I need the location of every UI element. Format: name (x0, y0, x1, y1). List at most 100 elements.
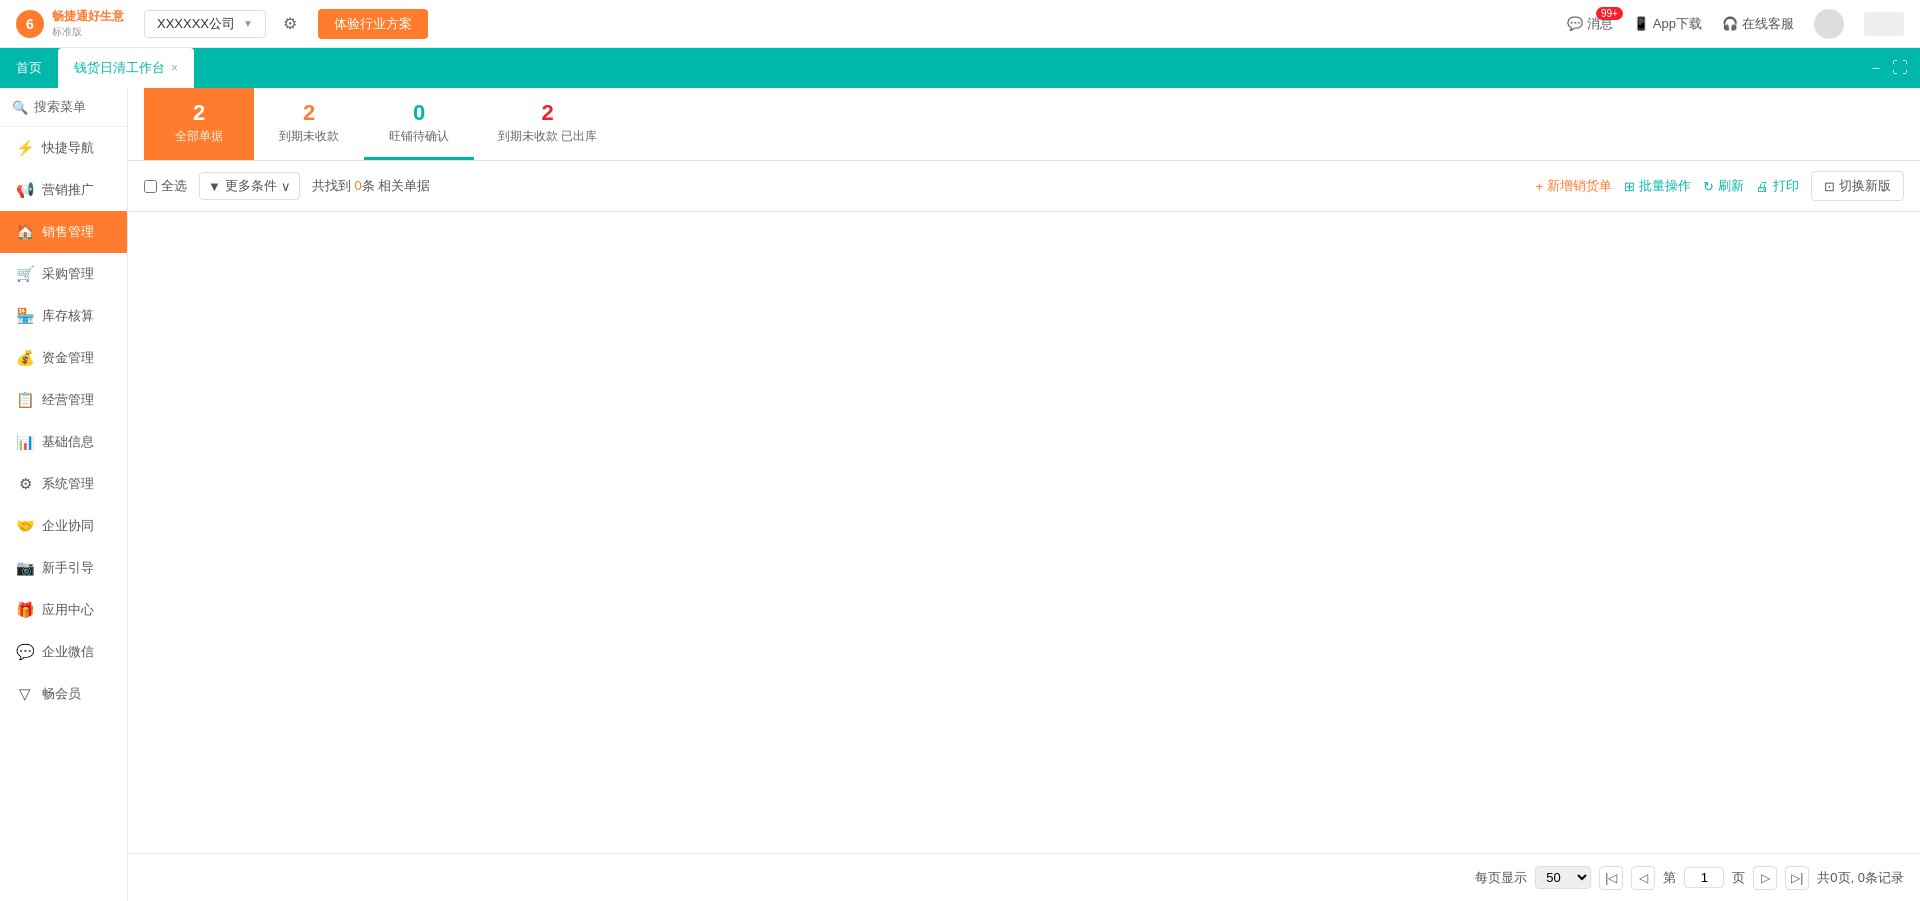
sidebar-label-app-center: 应用中心 (42, 601, 94, 619)
add-icon: + (1535, 179, 1543, 194)
basic-info-icon: 📊 (16, 433, 34, 451)
filter-label: 更多条件 (225, 177, 277, 195)
content-area: 2 全部单据 2 到期未收款 0 旺铺待确认 2 到期未收款 已出库 全选 (128, 88, 1920, 901)
company-name: XXXXXX公司 (157, 15, 235, 33)
quick-nav-icon: ⚡ (16, 139, 34, 157)
next-page-button[interactable]: ▷ (1753, 866, 1777, 890)
last-page-button[interactable]: ▷| (1785, 866, 1809, 890)
filter-button[interactable]: ▼ 更多条件 ∨ (199, 172, 300, 200)
sidebar-item-system[interactable]: ⚙ 系统管理 (0, 463, 127, 505)
switch-label: 切换新版 (1839, 177, 1891, 195)
close-tab-icon[interactable]: × (171, 61, 178, 75)
sidebar-item-quick-nav[interactable]: ⚡ 快捷导航 (0, 127, 127, 169)
sidebar-label-inventory: 库存核算 (42, 307, 94, 325)
logo-main: 畅捷通好生意 (52, 9, 124, 25)
print-button[interactable]: 🖨 打印 (1756, 177, 1799, 195)
tab-work-bench[interactable]: 钱货日清工作台 × (58, 48, 194, 88)
filter-icon: ▼ (208, 179, 221, 194)
sidebar-item-enterprise[interactable]: 🤝 企业协同 (0, 505, 127, 547)
logo-text: 畅捷通好生意 标准版 (52, 9, 124, 38)
message-badge: 99+ (1596, 7, 1623, 20)
stats-label-shipped: 到期未收款 已出库 (498, 128, 597, 145)
search-label: 搜索菜单 (34, 98, 86, 116)
stats-label-overdue: 到期未收款 (279, 128, 339, 145)
stats-tab-overdue[interactable]: 2 到期未收款 (254, 88, 364, 160)
first-page-button[interactable]: |◁ (1599, 866, 1623, 890)
nav-tabs: 首页 钱货日清工作台 × － ⛶ (0, 48, 1920, 88)
per-page-select[interactable]: 50 100 200 (1535, 866, 1591, 889)
minimize-icon[interactable]: － (1868, 58, 1884, 79)
sidebar-search[interactable]: 🔍 搜索菜单 (0, 88, 127, 127)
chevron-down-icon: ∨ (281, 179, 291, 194)
page-label: 第 (1663, 869, 1676, 887)
weixin-icon: 💬 (16, 643, 34, 661)
stats-tab-all[interactable]: 2 全部单据 (144, 88, 254, 160)
page-input[interactable] (1684, 867, 1724, 888)
stats-tab-wangpu[interactable]: 0 旺铺待确认 (364, 88, 474, 160)
select-all-checkbox[interactable]: 全选 (144, 177, 187, 195)
sidebar-item-weixin[interactable]: 💬 企业微信 (0, 631, 127, 673)
toolbar-right: + 新增销货单 ⊞ 批量操作 ↻ 刷新 🖨 打印 ⊡ 切换新版 (1535, 171, 1904, 201)
app-download-label: App下载 (1653, 15, 1702, 33)
marketing-icon: 📢 (16, 181, 34, 199)
sidebar-label-guide: 新手引导 (42, 559, 94, 577)
sidebar-item-marketing[interactable]: 📢 营销推广 (0, 169, 127, 211)
switch-version-button[interactable]: ⊡ 切换新版 (1811, 171, 1904, 201)
sidebar-label-quick-nav: 快捷导航 (42, 139, 94, 157)
enterprise-icon: 🤝 (16, 517, 34, 535)
avatar[interactable] (1814, 9, 1844, 39)
batch-label: 批量操作 (1639, 177, 1691, 195)
company-selector[interactable]: XXXXXX公司 ▼ (144, 10, 266, 38)
sidebar-item-app-center[interactable]: 🎁 应用中心 (0, 589, 127, 631)
stats-count-shipped: 2 (542, 100, 554, 126)
settings-button[interactable]: ⚙ (274, 8, 306, 40)
logo-area: 6 畅捷通好生意 标准版 (16, 9, 144, 38)
inventory-icon: 🏪 (16, 307, 34, 325)
sidebar-label-operations: 经营管理 (42, 391, 94, 409)
stats-label-wangpu: 旺铺待确认 (389, 128, 449, 145)
sidebar-item-operations[interactable]: 📋 经营管理 (0, 379, 127, 421)
user-menu[interactable] (1864, 12, 1904, 36)
app-download-button[interactable]: 📱 App下载 (1633, 15, 1702, 33)
pagination-bar: 每页显示 50 100 200 |◁ ◁ 第 页 ▷ ▷| 共0页, 0条记录 (128, 853, 1920, 901)
add-order-label: 新增销货单 (1547, 177, 1612, 195)
prev-page-button[interactable]: ◁ (1631, 866, 1655, 890)
table-area (128, 212, 1920, 853)
member-icon: ▽ (16, 685, 34, 703)
sidebar-item-sales[interactable]: 🏠 销售管理 (0, 211, 127, 253)
online-service-button[interactable]: 🎧 在线客服 (1722, 15, 1794, 33)
per-page-label: 每页显示 (1475, 869, 1527, 887)
sidebar-item-guide[interactable]: 📷 新手引导 (0, 547, 127, 589)
found-text: 共找到 0条 相关单据 (312, 177, 430, 195)
refresh-label: 刷新 (1718, 177, 1744, 195)
batch-button[interactable]: ⊞ 批量操作 (1624, 177, 1691, 195)
logo-icon: 6 (16, 10, 44, 38)
page-suffix: 页 (1732, 869, 1745, 887)
service-icon: 🎧 (1722, 16, 1738, 31)
select-all-input[interactable] (144, 180, 157, 193)
sidebar-item-basic-info[interactable]: 📊 基础信息 (0, 421, 127, 463)
batch-icon: ⊞ (1624, 179, 1635, 194)
sidebar-label-weixin: 企业微信 (42, 643, 94, 661)
top-header: 6 畅捷通好生意 标准版 XXXXXX公司 ▼ ⚙ 体验行业方案 💬 消息 99… (0, 0, 1920, 48)
sidebar-item-inventory[interactable]: 🏪 库存核算 (0, 295, 127, 337)
tab-home[interactable]: 首页 (0, 48, 58, 88)
stats-tabs-container: 2 全部单据 2 到期未收款 0 旺铺待确认 2 到期未收款 已出库 (128, 88, 1920, 161)
switch-icon: ⊡ (1824, 179, 1835, 194)
sidebar-item-purchase[interactable]: 🛒 采购管理 (0, 253, 127, 295)
select-all-label: 全选 (161, 177, 187, 195)
sidebar-item-member[interactable]: ▽ 畅会员 (0, 673, 127, 715)
add-order-button[interactable]: + 新增销货单 (1535, 177, 1612, 195)
trial-button[interactable]: 体验行业方案 (318, 9, 428, 39)
message-button[interactable]: 💬 消息 99+ (1567, 15, 1613, 33)
purchase-icon: 🛒 (16, 265, 34, 283)
chevron-down-icon: ▼ (243, 18, 253, 29)
refresh-button[interactable]: ↻ 刷新 (1703, 177, 1744, 195)
refresh-icon: ↻ (1703, 179, 1714, 194)
sidebar-item-finance[interactable]: 💰 资金管理 (0, 337, 127, 379)
maximize-icon[interactable]: ⛶ (1892, 59, 1908, 77)
stats-tab-shipped[interactable]: 2 到期未收款 已出库 (474, 88, 621, 160)
download-icon: 📱 (1633, 16, 1649, 31)
stats-count-overdue: 2 (303, 100, 315, 126)
tab-home-label: 首页 (16, 59, 42, 77)
